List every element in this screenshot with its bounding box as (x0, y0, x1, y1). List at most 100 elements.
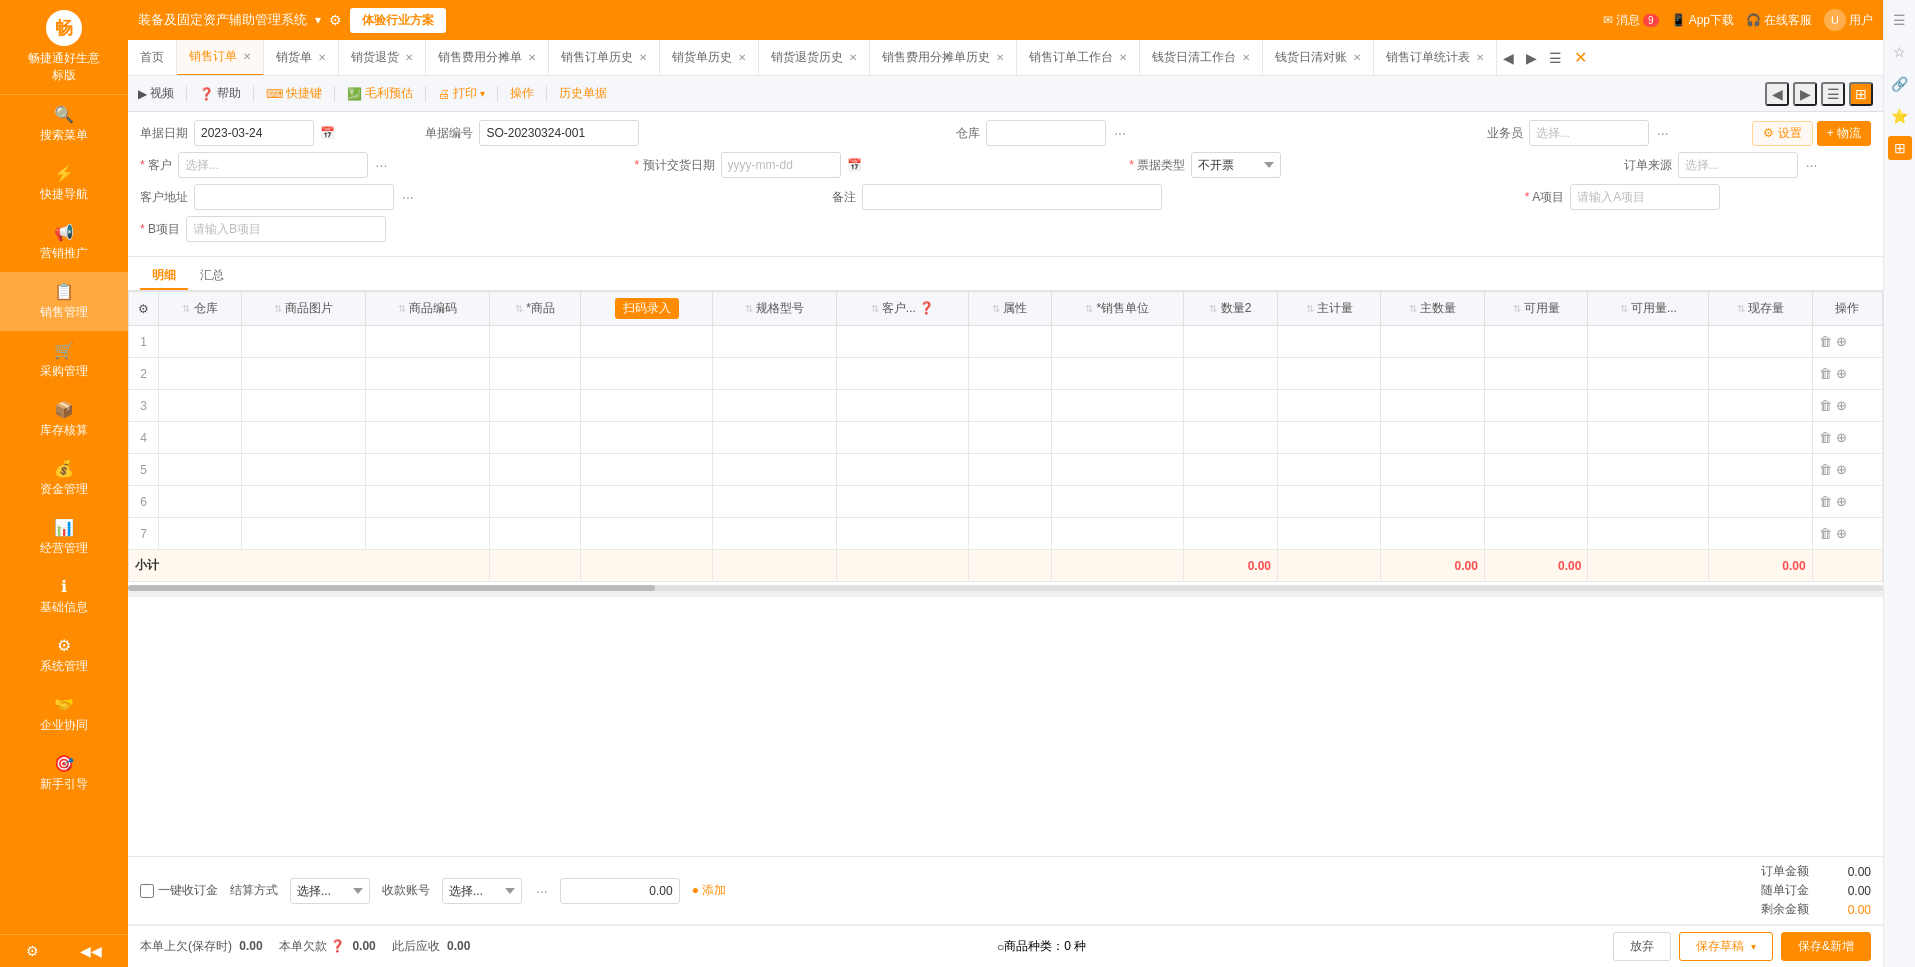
save-draft-dropdown-icon[interactable]: ▾ (1751, 941, 1756, 952)
row-1-main-qty[interactable] (1381, 326, 1484, 358)
row-5-attr[interactable] (968, 454, 1051, 486)
row-4-copy-btn[interactable]: ⊕ (1836, 430, 1847, 445)
row-4-warehouse[interactable] (159, 422, 242, 454)
row-6-qty2[interactable] (1183, 486, 1277, 518)
row-5-main-unit[interactable] (1277, 454, 1380, 486)
calendar-icon[interactable]: 📅 (320, 126, 335, 140)
messages-btn[interactable]: ✉ 消息 9 (1603, 12, 1659, 29)
scroll-bar-thumb[interactable] (128, 585, 655, 591)
tab-cash-workbench[interactable]: 钱货日清工作台 ✕ (1140, 40, 1263, 76)
scan-input-btn[interactable]: 扫码录入 (615, 298, 679, 319)
row-3-customer-code[interactable] (837, 390, 969, 422)
sidebar-item-sales[interactable]: 📋 销售管理 (0, 272, 128, 331)
row-5-copy-btn[interactable]: ⊕ (1836, 462, 1847, 477)
row-2-main-qty[interactable] (1381, 358, 1484, 390)
customer-more-btn[interactable]: ··· (376, 157, 388, 173)
tab-sales-order-history[interactable]: 销售订单历史 ✕ (549, 40, 660, 76)
sidebar-item-inventory[interactable]: 📦 库存核算 (0, 390, 128, 449)
tab-sales-return[interactable]: 销货退货 ✕ (339, 40, 426, 76)
toolbar-view-btn[interactable]: ▶ 视频 (138, 85, 174, 102)
sidebar-item-system[interactable]: ⚙ 系统管理 (0, 626, 128, 685)
toolbar-shortcut-btn[interactable]: ⌨ 快捷键 (266, 85, 322, 102)
tab-sales-return-close[interactable]: ✕ (405, 52, 413, 63)
tab-close-all-btn[interactable]: ✕ (1568, 40, 1593, 76)
row-4-delete-btn[interactable]: 🗑 (1819, 430, 1832, 445)
row-4-product[interactable] (490, 422, 581, 454)
row-2-customer-code[interactable] (837, 358, 969, 390)
order-source-input[interactable] (1678, 152, 1798, 178)
row-6-customer-code[interactable] (837, 486, 969, 518)
row-6-delete-btn[interactable]: 🗑 (1819, 494, 1832, 509)
save-draft-button[interactable]: 保存草稿 ▾ (1679, 932, 1773, 961)
toolbar-icon-grid[interactable]: ⊞ (1849, 82, 1873, 106)
save-new-button[interactable]: 保存&新增 (1781, 932, 1871, 961)
row-2-code[interactable] (365, 358, 489, 390)
tab-sales-order[interactable]: 销售订单 ✕ (177, 40, 264, 76)
sidebar-item-newbie[interactable]: 🎯 新手引导 (0, 744, 128, 803)
tab-home[interactable]: 首页 (128, 40, 177, 76)
row-3-unit[interactable] (1051, 390, 1183, 422)
salesperson-more-btn[interactable]: ··· (1657, 125, 1669, 141)
right-panel-star-btn[interactable]: ☆ (1888, 40, 1912, 64)
row-5-unit[interactable] (1051, 454, 1183, 486)
notes-input[interactable] (862, 184, 1162, 210)
right-panel-link-btn[interactable]: 🔗 (1888, 72, 1912, 96)
tab-menu-btn[interactable]: ☰ (1543, 40, 1568, 76)
row-7-qty2[interactable] (1183, 518, 1277, 550)
customer-input[interactable] (178, 152, 368, 178)
add-goods-btn[interactable]: + 物流 (1817, 121, 1871, 146)
row-3-spec[interactable] (713, 390, 837, 422)
warehouse-more-btn[interactable]: ··· (1114, 125, 1126, 141)
row-1-attr[interactable] (968, 326, 1051, 358)
row-1-unit[interactable] (1051, 326, 1183, 358)
app-download-btn[interactable]: 📱 App下载 (1671, 12, 1734, 29)
row-4-code[interactable] (365, 422, 489, 454)
industry-solution-button[interactable]: 体验行业方案 (350, 8, 446, 33)
row-7-code[interactable] (365, 518, 489, 550)
address-more-btn[interactable]: ··· (402, 189, 414, 205)
row-6-attr[interactable] (968, 486, 1051, 518)
tab-sales-order-history-close[interactable]: ✕ (639, 52, 647, 63)
topbar-settings-icon[interactable]: ⚙ (329, 12, 342, 28)
address-input[interactable] (194, 184, 394, 210)
row-4-spec[interactable] (713, 422, 837, 454)
toolbar-icon-list[interactable]: ☰ (1821, 82, 1845, 106)
row-2-attr[interactable] (968, 358, 1051, 390)
row-2-qty2[interactable] (1183, 358, 1277, 390)
toolbar-profit-btn[interactable]: 💹 毛利预估 (347, 85, 413, 102)
sidebar-collapse-btn[interactable]: ◀◀ (80, 943, 102, 959)
row-1-delete-btn[interactable]: 🗑 (1819, 334, 1832, 349)
system-dropdown-icon[interactable]: ▾ (315, 13, 321, 27)
toolbar-print-btn[interactable]: 🖨 打印 ▾ (438, 85, 485, 102)
row-5-delete-btn[interactable]: 🗑 (1819, 462, 1832, 477)
row-4-main-qty[interactable] (1381, 422, 1484, 454)
settings-btn[interactable]: ⚙ 设置 (1752, 121, 1812, 146)
row-7-warehouse[interactable] (159, 518, 242, 550)
one-key-checkout-checkbox[interactable] (140, 884, 154, 898)
row-6-product[interactable] (490, 486, 581, 518)
aproject-input[interactable] (1570, 184, 1720, 210)
sidebar-item-finance[interactable]: 💰 资金管理 (0, 449, 128, 508)
row-3-delete-btn[interactable]: 🗑 (1819, 398, 1832, 413)
tab-invoice-history-close[interactable]: ✕ (738, 52, 746, 63)
row-1-spec[interactable] (713, 326, 837, 358)
row-5-main-qty[interactable] (1381, 454, 1484, 486)
tab-prev-btn[interactable]: ◀ (1497, 40, 1520, 76)
row-5-spec[interactable] (713, 454, 837, 486)
sidebar-item-purchase[interactable]: 🛒 采购管理 (0, 331, 128, 390)
row-7-copy-btn[interactable]: ⊕ (1836, 526, 1847, 541)
row-4-main-unit[interactable] (1277, 422, 1380, 454)
sidebar-item-quicknav[interactable]: ⚡ 快捷导航 (0, 154, 128, 213)
receipt-amount-input[interactable] (560, 878, 680, 904)
row-3-qty2[interactable] (1183, 390, 1277, 422)
bproject-input[interactable] (186, 216, 386, 242)
row-6-main-unit[interactable] (1277, 486, 1380, 518)
row-2-warehouse[interactable] (159, 358, 242, 390)
row-6-copy-btn[interactable]: ⊕ (1836, 494, 1847, 509)
right-panel-list-btn[interactable]: ☰ (1888, 8, 1912, 32)
toolbar-icon-next[interactable]: ▶ (1793, 82, 1817, 106)
row-5-code[interactable] (365, 454, 489, 486)
row-6-warehouse[interactable] (159, 486, 242, 518)
sidebar-item-marketing[interactable]: 📢 营销推广 (0, 213, 128, 272)
th-scan[interactable]: 扫码录入 (580, 292, 712, 326)
